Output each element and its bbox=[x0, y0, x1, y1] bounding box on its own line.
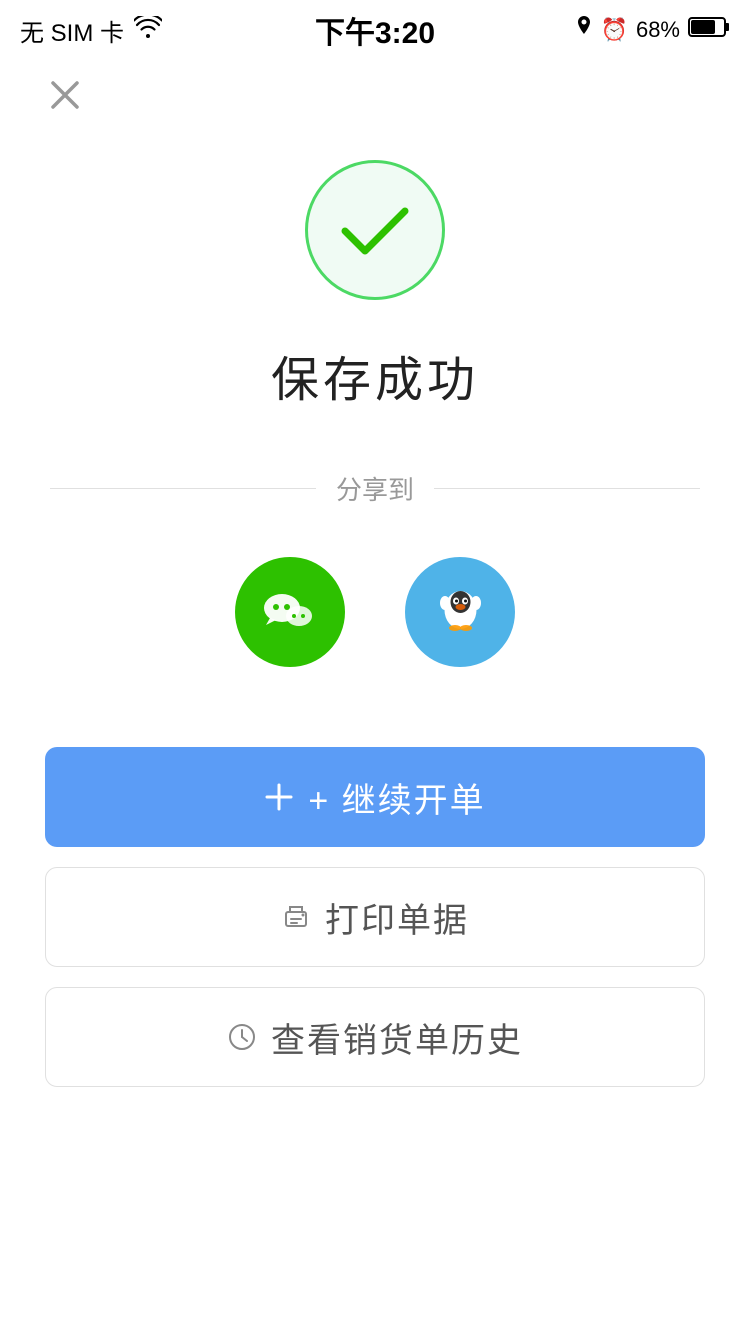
history-label: 查看销货单历史 bbox=[271, 1013, 523, 1062]
share-divider: 分享到 bbox=[50, 470, 700, 507]
status-time: 下午3:20 bbox=[315, 8, 435, 52]
location-icon bbox=[575, 16, 593, 44]
close-icon bbox=[49, 79, 81, 111]
success-title: 保存成功 bbox=[271, 340, 479, 410]
divider-line-right bbox=[434, 488, 700, 489]
battery-text: 68% bbox=[636, 17, 680, 43]
status-bar: 无 SIM 卡 下午3:20 ⏰ 68% bbox=[0, 0, 750, 60]
status-right: ⏰ 68% bbox=[575, 16, 730, 44]
print-button[interactable]: 打印单据 bbox=[45, 867, 705, 967]
action-buttons: + 继续开单 打印单据 bbox=[45, 747, 705, 1087]
checkmark-icon bbox=[340, 203, 410, 258]
share-icons bbox=[235, 557, 515, 667]
divider-line-left bbox=[50, 488, 316, 489]
main-content: 保存成功 分享到 bbox=[0, 60, 750, 1087]
qq-share-button[interactable] bbox=[405, 557, 515, 667]
plus-icon bbox=[264, 782, 294, 812]
wechat-share-button[interactable] bbox=[235, 557, 345, 667]
continue-label: + 继续开单 bbox=[308, 773, 485, 822]
print-icon bbox=[281, 902, 311, 932]
carrier-text: 无 SIM 卡 bbox=[20, 13, 124, 48]
print-label: 打印单据 bbox=[325, 893, 469, 942]
wifi-icon bbox=[134, 16, 162, 45]
clock-icon bbox=[227, 1022, 257, 1052]
status-left: 无 SIM 卡 bbox=[20, 13, 162, 48]
wechat-icon bbox=[256, 578, 324, 646]
share-label: 分享到 bbox=[336, 470, 414, 507]
battery-icon bbox=[688, 16, 730, 44]
continue-button[interactable]: + 继续开单 bbox=[45, 747, 705, 847]
qq-icon bbox=[428, 580, 493, 645]
close-button[interactable] bbox=[40, 70, 90, 120]
history-button[interactable]: 查看销货单历史 bbox=[45, 987, 705, 1087]
success-circle bbox=[305, 160, 445, 300]
alarm-icon: ⏰ bbox=[601, 17, 628, 43]
